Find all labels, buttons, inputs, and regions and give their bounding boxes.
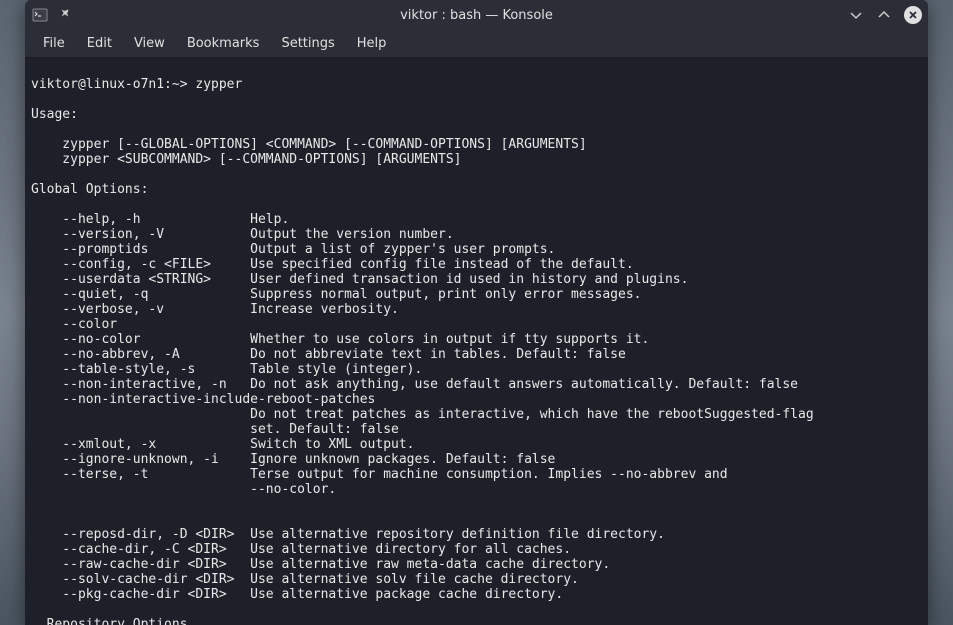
output-line: --no-color Whether to use colors in outp… (31, 332, 649, 347)
output-line: --color (31, 317, 117, 332)
output-line: --terse, -t Terse output for machine con… (31, 467, 728, 482)
output-line: --non-interactive, -n Do not ask anythin… (31, 377, 798, 392)
window-title: viktor : bash — Konsole (25, 8, 928, 23)
terminal-app-icon (31, 6, 49, 24)
output-line: --reposd-dir, -D <DIR> Use alternative r… (31, 527, 665, 542)
output-line: --cache-dir, -C <DIR> Use alternative di… (31, 542, 571, 557)
menubar: File Edit View Bookmarks Settings Help (25, 30, 928, 58)
close-button[interactable] (904, 6, 922, 24)
output-line: --solv-cache-dir <DIR> Use alternative s… (31, 572, 579, 587)
menu-settings[interactable]: Settings (271, 32, 344, 55)
maximize-button[interactable] (876, 7, 892, 23)
menu-file[interactable]: File (33, 32, 75, 55)
output-line: --version, -V Output the version number. (31, 227, 454, 242)
output-line: zypper [--GLOBAL-OPTIONS] <COMMAND> [--C… (31, 137, 587, 152)
output-line: zypper <SUBCOMMAND> [--COMMAND-OPTIONS] … (31, 152, 461, 167)
output-line: --pkg-cache-dir <DIR> Use alternative pa… (31, 587, 563, 602)
prompt-line: viktor@linux-o7n1:~> zypper (31, 77, 242, 92)
output-line: Do not treat patches as interactive, whi… (31, 407, 814, 422)
titlebar-controls (848, 6, 922, 24)
output-line: --table-style, -s Table style (integer). (31, 362, 422, 377)
output-line: --no-abbrev, -A Do not abbreviate text i… (31, 347, 626, 362)
konsole-window: viktor : bash — Konsole File Edit View B… (25, 0, 928, 625)
output-line: Global Options: (31, 182, 148, 197)
output-line: --config, -c <FILE> Use specified config… (31, 257, 634, 272)
output-line: --help, -h Help. (31, 212, 289, 227)
output-line: --userdata <STRING> User defined transac… (31, 272, 688, 287)
output-line: --raw-cache-dir <DIR> Use alternative ra… (31, 557, 610, 572)
menu-view[interactable]: View (124, 32, 175, 55)
output-line: --quiet, -q Suppress normal output, prin… (31, 287, 641, 302)
menu-bookmarks[interactable]: Bookmarks (177, 32, 270, 55)
titlebar[interactable]: viktor : bash — Konsole (25, 0, 928, 30)
output-line: --xmlout, -x Switch to XML output. (31, 437, 415, 452)
output-line: --no-color. (31, 482, 336, 497)
minimize-button[interactable] (848, 7, 864, 23)
output-line: --ignore-unknown, -i Ignore unknown pack… (31, 452, 555, 467)
menu-edit[interactable]: Edit (77, 32, 122, 55)
pin-icon[interactable] (59, 7, 71, 23)
shell-prompt: viktor@linux-o7n1:~> (31, 77, 195, 92)
terminal-area[interactable]: viktor@linux-o7n1:~> zypper Usage: zyppe… (25, 58, 928, 625)
output-line: Repository Options (31, 617, 188, 625)
typed-command: zypper (195, 77, 242, 92)
menu-help[interactable]: Help (347, 32, 397, 55)
output-line: --verbose, -v Increase verbosity. (31, 302, 399, 317)
titlebar-left (31, 6, 71, 24)
output-line: --promptids Output a list of zypper's us… (31, 242, 555, 257)
output-line: Usage: (31, 107, 78, 122)
output-line: set. Default: false (31, 422, 399, 437)
output-line: --non-interactive-include-reboot-patches (31, 392, 375, 407)
